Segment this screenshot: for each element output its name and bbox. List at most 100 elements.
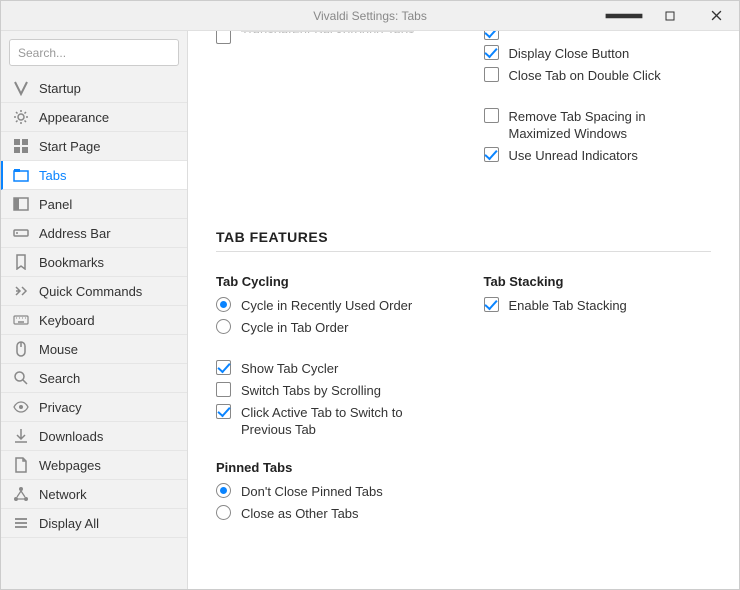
sidebar-item-keyboard[interactable]: Keyboard xyxy=(1,306,187,335)
sidebar-item-label: Webpages xyxy=(39,458,101,473)
check-transparent-bg[interactable]: Transparent Background Tabs xyxy=(216,31,444,44)
nav-list: Startup Appearance Start Page Tabs Panel Addr… xyxy=(1,74,187,589)
minimize-button[interactable] xyxy=(601,1,647,30)
checkbox-icon xyxy=(484,31,499,40)
cycling-check-2[interactable]: Click Active Tab to Switch to Previous T… xyxy=(216,404,444,438)
sidebar: Startup Appearance Start Page Tabs Panel Addr… xyxy=(1,31,188,589)
maximize-button[interactable] xyxy=(647,1,693,30)
checkbox-icon xyxy=(484,297,499,312)
subtitle-pinned-tabs: Pinned Tabs xyxy=(216,460,444,475)
radio-label: Cycle in Recently Used Order xyxy=(241,297,412,314)
sidebar-item-label: Appearance xyxy=(39,110,109,125)
sidebar-item-startup[interactable]: Startup xyxy=(1,74,187,103)
section-tab-features: TAB FEATURES xyxy=(216,229,711,252)
sidebar-item-label: Start Page xyxy=(39,139,100,154)
check-label: Show Tab Cycler xyxy=(241,360,338,377)
tabs-icon xyxy=(13,167,29,183)
sidebar-item-privacy[interactable]: Privacy xyxy=(1,393,187,422)
sidebar-item-label: Startup xyxy=(39,81,81,96)
top2-check-0[interactable]: Remove Tab Spacing in Maximized Windows xyxy=(484,108,712,142)
sidebar-item-label: Privacy xyxy=(39,400,82,415)
sidebar-item-downloads[interactable]: Downloads xyxy=(1,422,187,451)
checkbox-icon xyxy=(484,67,499,82)
close-button[interactable] xyxy=(693,1,739,30)
subtitle-tab-cycling: Tab Cycling xyxy=(216,274,444,289)
hamburger-icon xyxy=(13,515,29,531)
checkbox-icon xyxy=(484,147,499,162)
radio-label: Cycle in Tab Order xyxy=(241,319,348,336)
content-area: Transparent Background Tabs Show Tab Thu… xyxy=(188,31,739,589)
sidebar-item-label: Quick Commands xyxy=(39,284,142,299)
window-controls xyxy=(601,1,739,30)
top-check-1[interactable]: Close Tab on Double Click xyxy=(484,67,712,84)
top-check-0[interactable]: Display Close Button xyxy=(484,45,712,62)
checkbox-icon xyxy=(216,404,231,419)
check-show-thumbnails[interactable]: Show Tab Thumbnails xyxy=(484,31,712,40)
checkbox-icon xyxy=(484,45,499,60)
window-title: Vivaldi Settings: Tabs xyxy=(313,9,427,23)
checkbox-icon xyxy=(216,360,231,375)
sidebar-item-label: Bookmarks xyxy=(39,255,104,270)
sidebar-item-bookmarks[interactable]: Bookmarks xyxy=(1,248,187,277)
sidebar-item-label: Network xyxy=(39,487,87,502)
page-icon xyxy=(13,457,29,473)
eye-icon xyxy=(13,399,29,415)
sidebar-item-label: Downloads xyxy=(39,429,103,444)
bookmark-icon xyxy=(13,254,29,270)
checkbox-icon xyxy=(216,382,231,397)
checkbox-icon xyxy=(216,31,231,44)
cycling-check-0[interactable]: Show Tab Cycler xyxy=(216,360,444,377)
sidebar-item-label: Keyboard xyxy=(39,313,95,328)
sidebar-item-network[interactable]: Network xyxy=(1,480,187,509)
check-label: Display Close Button xyxy=(509,45,630,62)
sidebar-item-label: Panel xyxy=(39,197,72,212)
sidebar-item-address-bar[interactable]: Address Bar xyxy=(1,219,187,248)
grid-icon xyxy=(13,138,29,154)
cycling-radio-0[interactable]: Cycle in Recently Used Order xyxy=(216,297,444,314)
sidebar-item-label: Display All xyxy=(39,516,99,531)
download-icon xyxy=(13,428,29,444)
quick-icon xyxy=(13,283,29,299)
check-label: Enable Tab Stacking xyxy=(509,297,627,314)
cycling-radio-1[interactable]: Cycle in Tab Order xyxy=(216,319,444,336)
check-label: Close Tab on Double Click xyxy=(509,67,661,84)
pinned-radio-0[interactable]: Don't Close Pinned Tabs xyxy=(216,483,444,500)
sidebar-item-label: Address Bar xyxy=(39,226,111,241)
radio-icon xyxy=(216,297,231,312)
checkbox-icon xyxy=(484,108,499,123)
cycling-check-1[interactable]: Switch Tabs by Scrolling xyxy=(216,382,444,399)
titlebar[interactable]: Vivaldi Settings: Tabs xyxy=(1,1,739,31)
sidebar-item-appearance[interactable]: Appearance xyxy=(1,103,187,132)
panel-icon xyxy=(13,196,29,212)
sidebar-item-webpages[interactable]: Webpages xyxy=(1,451,187,480)
sidebar-item-start-page[interactable]: Start Page xyxy=(1,132,187,161)
sidebar-item-panel[interactable]: Panel xyxy=(1,190,187,219)
pinned-radio-1[interactable]: Close as Other Tabs xyxy=(216,505,444,522)
sidebar-item-search[interactable]: Search xyxy=(1,364,187,393)
subtitle-tab-stacking: Tab Stacking xyxy=(484,274,712,289)
stacking-check-0[interactable]: Enable Tab Stacking xyxy=(484,297,712,314)
network-icon xyxy=(13,486,29,502)
search-input[interactable] xyxy=(9,39,179,66)
sidebar-item-label: Search xyxy=(39,371,80,386)
sidebar-item-display-all[interactable]: Display All xyxy=(1,509,187,538)
vivaldi-icon xyxy=(13,80,29,96)
radio-icon xyxy=(216,319,231,334)
radio-icon xyxy=(216,483,231,498)
check-label: Click Active Tab to Switch to Previous T… xyxy=(241,404,444,438)
mouse-icon xyxy=(13,341,29,357)
keyboard-icon xyxy=(13,312,29,328)
check-label: Remove Tab Spacing in Maximized Windows xyxy=(509,108,712,142)
content-scroll[interactable]: Transparent Background Tabs Show Tab Thu… xyxy=(188,31,739,589)
sidebar-item-label: Tabs xyxy=(39,168,66,183)
sidebar-item-mouse[interactable]: Mouse xyxy=(1,335,187,364)
top2-check-1[interactable]: Use Unread Indicators xyxy=(484,147,712,164)
sidebar-item-quick-commands[interactable]: Quick Commands xyxy=(1,277,187,306)
check-label: Use Unread Indicators xyxy=(509,147,638,164)
radio-label: Close as Other Tabs xyxy=(241,505,359,522)
radio-label: Don't Close Pinned Tabs xyxy=(241,483,383,500)
gear-icon xyxy=(13,109,29,125)
sidebar-item-tabs[interactable]: Tabs xyxy=(1,161,187,190)
radio-icon xyxy=(216,505,231,520)
check-label: Switch Tabs by Scrolling xyxy=(241,382,381,399)
